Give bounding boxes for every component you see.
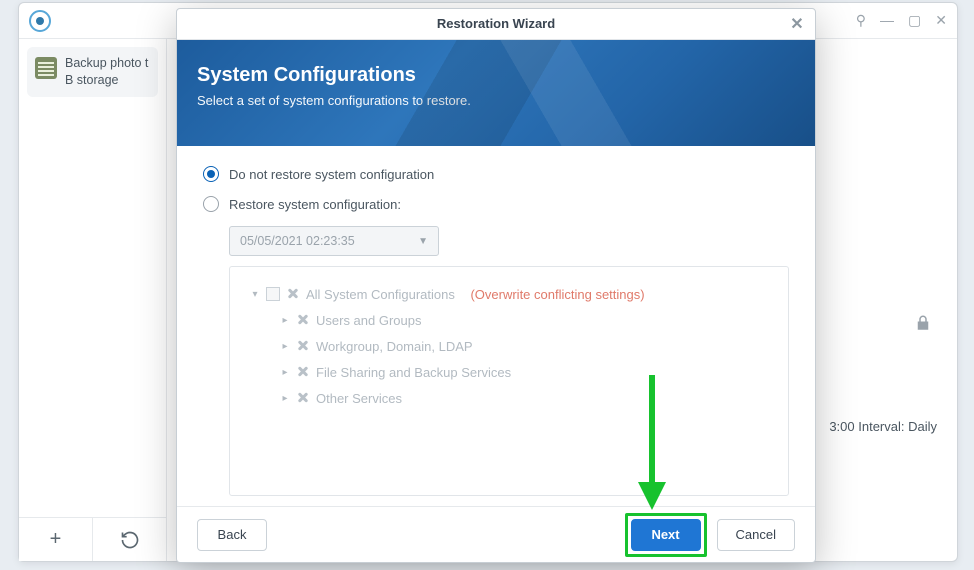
wrench-icon [296, 339, 310, 353]
maximize-icon[interactable]: ▢ [908, 12, 921, 29]
expander-icon[interactable]: ▸ [280, 341, 290, 352]
version-dropdown[interactable]: 05/05/2021 02:23:35 ▼ [229, 226, 439, 256]
wrench-icon [286, 287, 300, 301]
banner-subtitle: Select a set of system configurations to… [197, 93, 785, 108]
config-tree: ▾ All System Configurations (Overwrite c… [229, 266, 789, 496]
tree-item-label: Other Services [316, 391, 402, 406]
restore-button[interactable] [92, 518, 166, 561]
radio-do-not-restore[interactable]: Do not restore system configuration [203, 166, 789, 182]
tree-item[interactable]: ▸ Other Services [240, 385, 770, 411]
checkbox-icon[interactable] [266, 287, 280, 301]
dialog-titlebar: Restoration Wizard ✕ [177, 9, 815, 40]
tree-root[interactable]: ▾ All System Configurations (Overwrite c… [240, 281, 770, 307]
tree-item[interactable]: ▸ Users and Groups [240, 307, 770, 333]
back-button[interactable]: Back [197, 519, 267, 551]
dropdown-value: 05/05/2021 02:23:35 [240, 234, 355, 248]
radio-label-2: Restore system configuration: [229, 197, 401, 212]
cancel-button[interactable]: Cancel [717, 519, 795, 551]
minimize-icon[interactable]: — [880, 12, 894, 29]
expander-icon[interactable]: ▸ [280, 315, 290, 326]
sidebar: Backup photo t B storage + [19, 39, 167, 561]
tree-item[interactable]: ▸ Workgroup, Domain, LDAP [240, 333, 770, 359]
task-line1: Backup photo t [65, 55, 148, 72]
restoration-wizard-dialog: Restoration Wizard ✕ System Configuratio… [176, 8, 816, 563]
backup-task-card[interactable]: Backup photo t B storage [27, 47, 158, 97]
radio-label-1: Do not restore system configuration [229, 167, 434, 182]
expander-icon[interactable]: ▸ [280, 367, 290, 378]
chevron-down-icon: ▼ [418, 236, 428, 247]
add-task-button[interactable]: + [19, 518, 92, 561]
dialog-title: Restoration Wizard [437, 16, 555, 31]
lock-icon [909, 309, 937, 337]
schedule-text: 3:00 Interval: Daily [829, 419, 937, 434]
task-line2: B storage [65, 72, 148, 89]
tree-item-label: File Sharing and Backup Services [316, 365, 511, 380]
tree-root-label: All System Configurations [306, 287, 455, 302]
expander-icon[interactable]: ▾ [250, 289, 260, 300]
calendar-icon [35, 57, 57, 79]
banner-title: System Configurations [197, 64, 785, 87]
dialog-banner: System Configurations Select a set of sy… [177, 40, 815, 147]
wrench-icon [296, 365, 310, 379]
expander-icon[interactable]: ▸ [280, 393, 290, 404]
close-parent-icon[interactable]: ✕ [935, 12, 947, 29]
tree-root-warning: (Overwrite conflicting settings) [470, 287, 644, 302]
tree-item-label: Users and Groups [316, 313, 422, 328]
wrench-icon [296, 313, 310, 327]
radio-selected-icon [203, 166, 219, 182]
pin-icon[interactable]: ⚲ [856, 12, 866, 29]
wrench-icon [296, 391, 310, 405]
dialog-footer: Back Next Cancel [177, 506, 815, 562]
tree-item[interactable]: ▸ File Sharing and Backup Services [240, 359, 770, 385]
radio-restore[interactable]: Restore system configuration: [203, 196, 789, 212]
next-highlight-annotation: Next [625, 513, 707, 557]
radio-unselected-icon [203, 196, 219, 212]
tree-item-label: Workgroup, Domain, LDAP [316, 339, 473, 354]
next-button[interactable]: Next [631, 519, 701, 551]
close-dialog-icon[interactable]: ✕ [787, 15, 807, 35]
app-logo-icon [29, 10, 51, 32]
